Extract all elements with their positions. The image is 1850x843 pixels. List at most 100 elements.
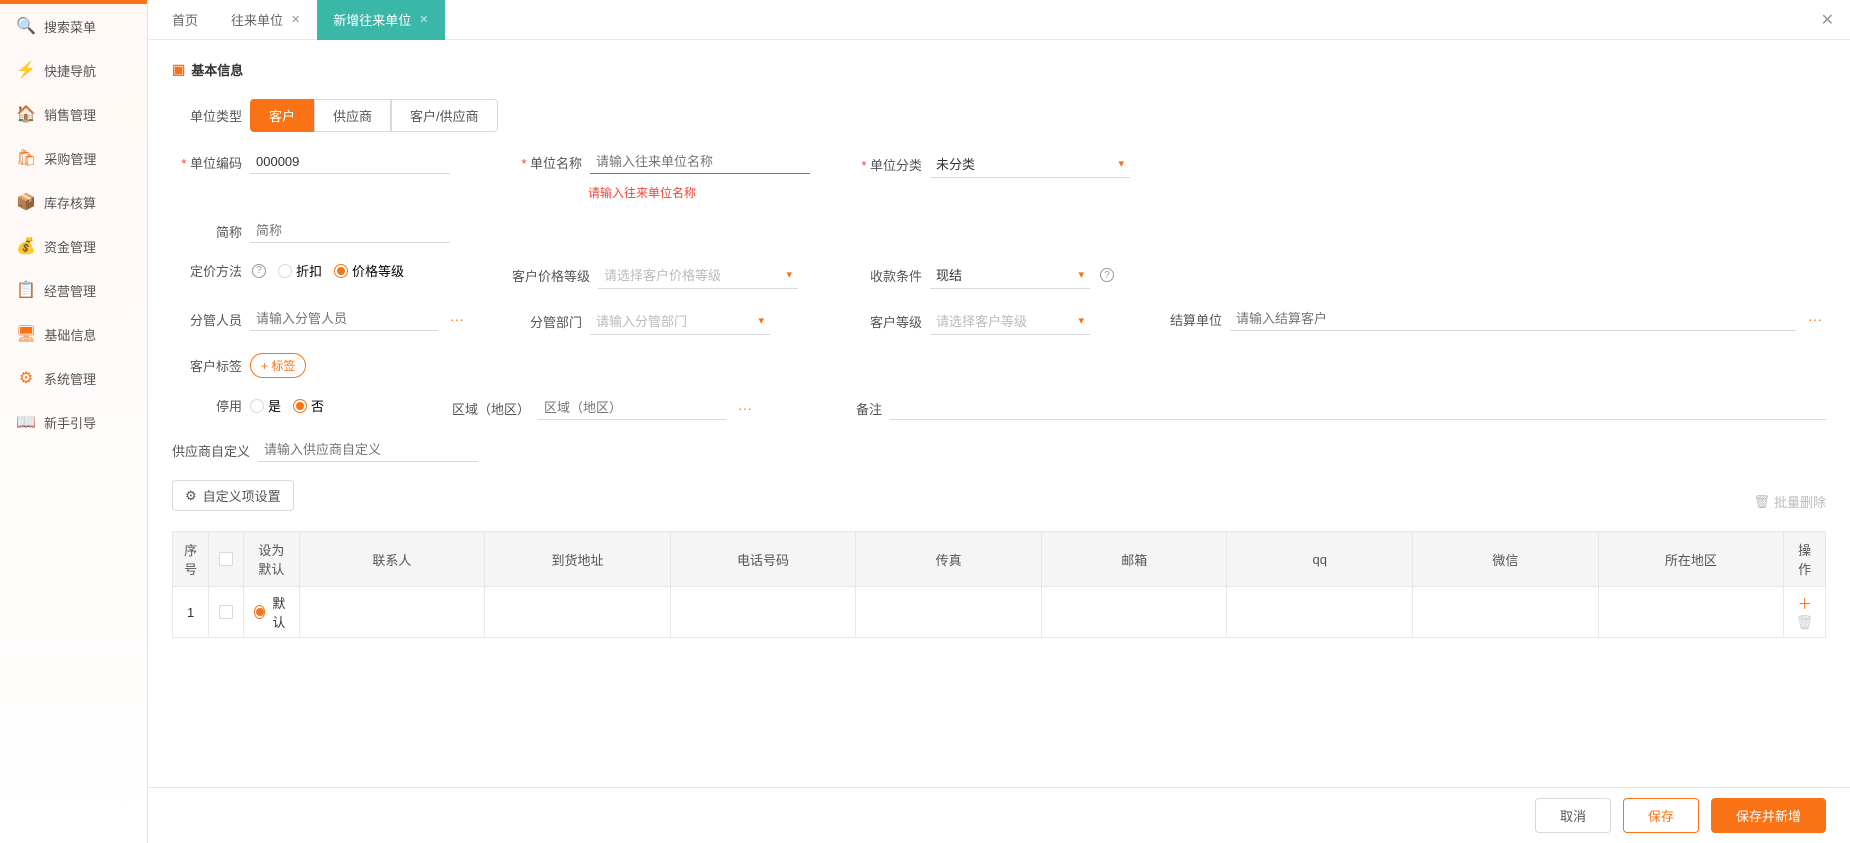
phone-input[interactable]	[681, 601, 846, 624]
table-section: ⚙ 自定义项设置 🗑 批量删除 序号 设为默认 联系人	[172, 480, 1826, 638]
pricing-help-icon[interactable]: ?	[252, 264, 266, 278]
save-button[interactable]: 保存	[1623, 798, 1699, 833]
disabled-region-row: 停用 是 否 区域（地区） ···	[172, 396, 1826, 420]
batch-delete-button[interactable]: 🗑 批量删除	[1753, 492, 1826, 511]
discount-radio-outer	[278, 264, 292, 278]
sidebar-item-label: 基础信息	[44, 325, 96, 344]
save-and-new-button[interactable]: 保存并新增	[1711, 798, 1826, 833]
sidebar-item-inventory[interactable]: 📦 库存核算	[0, 180, 147, 224]
pricing-discount-radio[interactable]: 折扣	[278, 261, 322, 280]
unit-name-error: 请输入往来单位名称	[588, 184, 696, 201]
tab-close-partner-list[interactable]: ✕	[291, 13, 300, 26]
manager-input[interactable]	[250, 307, 438, 331]
row-checkbox[interactable]	[219, 605, 233, 619]
supplier-custom-label: 供应商自定义	[172, 441, 250, 460]
payment-terms-select[interactable]: 现结 ▾	[930, 261, 1090, 289]
tab-home[interactable]: 首页	[156, 0, 215, 40]
tags-label: 客户标签	[172, 356, 242, 375]
unit-type-label: 单位类型	[172, 106, 242, 125]
purchase-icon: 🛍	[16, 148, 36, 168]
default-radio-item[interactable]: 默认	[254, 593, 288, 631]
sidebar-item-label: 搜索菜单	[44, 17, 96, 36]
settlement-ellipsis[interactable]: ···	[1804, 311, 1826, 327]
unit-code-input[interactable]	[250, 150, 450, 174]
cell-contact[interactable]	[299, 587, 485, 638]
level-radio-inner	[337, 267, 345, 275]
cell-wechat[interactable]	[1413, 587, 1599, 638]
sidebar-item-guide[interactable]: 📖 新手引导	[0, 400, 147, 444]
cancel-button[interactable]: 取消	[1535, 798, 1611, 833]
header-checkbox[interactable]	[219, 552, 233, 566]
sidebar-item-operations[interactable]: 📋 经营管理	[0, 268, 147, 312]
default-radio-inner	[256, 608, 264, 616]
sidebar-item-search[interactable]: 🔍 搜索菜单	[0, 4, 147, 48]
col-contact: 联系人	[299, 532, 485, 587]
type-btn-customer[interactable]: 客户	[250, 99, 314, 132]
contact-table: 序号 设为默认 联系人 到货地址 电话号码 传真 邮箱 qq 微信 所在地区	[172, 531, 1826, 638]
payment-help-icon[interactable]: ?	[1100, 268, 1114, 282]
sidebar-item-basic-info[interactable]: 🖥 基础信息	[0, 312, 147, 356]
sidebar-item-label: 系统管理	[44, 369, 96, 388]
notes-input[interactable]	[890, 396, 1826, 420]
cell-fax[interactable]	[856, 587, 1042, 638]
quick-nav-icon: ⚡	[16, 60, 36, 80]
region-input[interactable]	[538, 396, 726, 420]
cell-phone[interactable]	[670, 587, 856, 638]
unit-name-input[interactable]	[590, 150, 810, 174]
type-btn-both[interactable]: 客户/供应商	[391, 99, 498, 132]
pricing-level-radio[interactable]: 价格等级	[334, 261, 404, 280]
cell-email[interactable]	[1041, 587, 1227, 638]
row-region-input[interactable]	[1609, 601, 1774, 624]
level-radio-outer	[334, 264, 348, 278]
delete-row-button[interactable]: 🗑	[1796, 614, 1814, 630]
qq-input[interactable]	[1237, 601, 1402, 624]
category-dropdown-arrow: ▾	[1118, 157, 1124, 170]
col-seq: 序号	[173, 532, 209, 587]
short-name-input[interactable]	[250, 219, 450, 243]
address-input[interactable]	[495, 601, 660, 624]
sidebar-item-quick-nav[interactable]: ⚡ 快捷导航	[0, 48, 147, 92]
fax-input[interactable]	[866, 601, 1031, 624]
customer-level-select[interactable]: 请选择客户等级 ▾	[930, 307, 1090, 335]
cell-qq[interactable]	[1227, 587, 1413, 638]
customer-level-placeholder: 请选择客户等级	[936, 311, 1074, 330]
custom-settings-button[interactable]: ⚙ 自定义项设置	[172, 480, 294, 511]
disabled-no-radio[interactable]: 否	[293, 396, 324, 415]
settings-gear-icon: ⚙	[185, 488, 197, 504]
tab-partner-list[interactable]: 往来单位 ✕	[215, 0, 317, 40]
search-icon: 🔍	[16, 16, 36, 36]
sidebar-item-purchase[interactable]: 🛍 采购管理	[0, 136, 147, 180]
settlement-unit-input[interactable]	[1230, 307, 1796, 331]
price-level-arrow: ▾	[786, 268, 792, 281]
sidebar-item-system[interactable]: ⚙ 系统管理	[0, 356, 147, 400]
unit-category-select[interactable]: 未分类 ▾	[930, 150, 1130, 178]
supplier-custom-input[interactable]	[258, 438, 478, 462]
window-close-button[interactable]: ✕	[1821, 10, 1834, 30]
type-btn-supplier[interactable]: 供应商	[314, 99, 391, 132]
contact-input[interactable]	[310, 601, 475, 624]
short-name-group: 简称	[172, 219, 512, 243]
cell-checkbox[interactable]	[209, 587, 244, 638]
unit-type-group: 单位类型 客户 供应商 客户/供应商	[172, 99, 1826, 132]
tab-new-partner[interactable]: 新增往来单位 ✕	[317, 0, 445, 40]
tab-close-new-partner[interactable]: ✕	[419, 13, 428, 26]
add-row-button[interactable]: ＋	[1798, 596, 1812, 612]
pricing-method-group: 定价方法 ? 折扣 价格等级	[172, 261, 512, 280]
department-select[interactable]: 请输入分管部门 ▾	[590, 307, 770, 335]
wechat-input[interactable]	[1423, 601, 1588, 624]
unit-category-group: 单位分类 未分类 ▾	[852, 150, 1192, 178]
table-header-row: 序号 设为默认 联系人 到货地址 电话号码 传真 邮箱 qq 微信 所在地区	[173, 532, 1826, 587]
disabled-yes-radio[interactable]: 是	[250, 396, 281, 415]
manager-ellipsis[interactable]: ···	[446, 311, 468, 327]
shortname-row: 简称	[172, 219, 1826, 243]
add-tag-button[interactable]: + 标签	[250, 353, 306, 378]
disabled-radio-group: 是 否	[250, 396, 324, 415]
cell-region[interactable]	[1598, 587, 1784, 638]
cell-address[interactable]	[485, 587, 671, 638]
sidebar-item-finance[interactable]: 💰 资金管理	[0, 224, 147, 268]
region-ellipsis[interactable]: ···	[734, 400, 756, 416]
customer-price-level-select[interactable]: 请选择客户价格等级 ▾	[598, 261, 798, 289]
sidebar-item-sales[interactable]: 🏠 销售管理	[0, 92, 147, 136]
dept-arrow: ▾	[758, 314, 764, 327]
email-input[interactable]	[1052, 601, 1217, 624]
